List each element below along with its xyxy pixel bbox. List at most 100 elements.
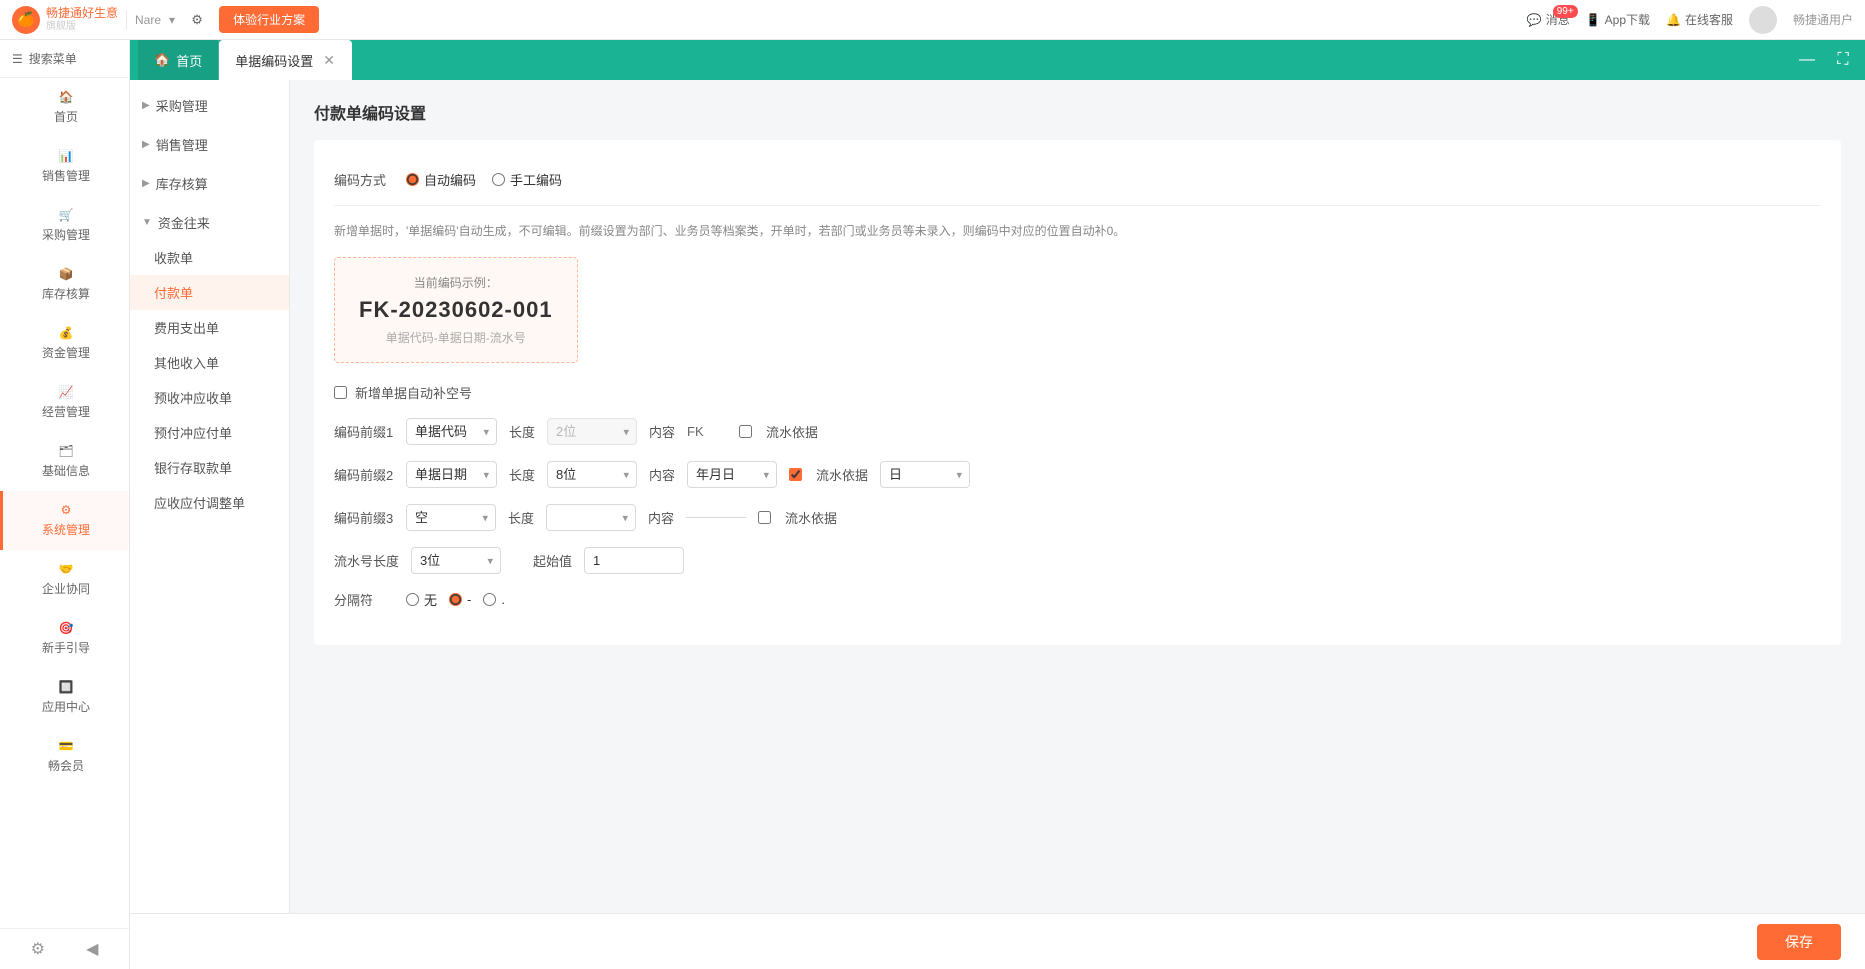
encoding-method-row: 编码方式 自动编码 手工编码 — [334, 160, 1821, 206]
preview-label: 当前编码示例： — [359, 274, 553, 291]
auto-fill-row: 新增单据自动补空号 — [334, 383, 1821, 402]
search-menu[interactable]: ☰ 搜索菜单 — [0, 40, 129, 78]
finance-icon: 💰 — [59, 326, 74, 340]
auto-fill-label[interactable]: 新增单据自动补空号 — [355, 383, 472, 402]
serial-row: 流水号长度 3位 4位 5位 起始值 — [334, 547, 1821, 574]
tab-minimize-icon[interactable]: — — [1793, 46, 1821, 74]
prefix2-row: 编码前缀2 单据日期 长度 8位 内容 — [334, 461, 1821, 488]
sidebar: ☰ 搜索菜单 🏠 首页 📊 销售管理 🛒 采购管理 📦 库存核算 💰 资金管理 … — [0, 40, 130, 969]
auto-fill-checkbox[interactable] — [334, 386, 347, 399]
app-download-button[interactable]: 📱 App下载 — [1586, 11, 1650, 28]
length3-select-wrapper — [546, 504, 636, 531]
menu-group-purchase: ▶ 采购管理 — [130, 88, 289, 123]
online-service-button[interactable]: 🔔 在线客服 — [1666, 11, 1733, 28]
prefix1-label: 编码前缀1 — [334, 422, 394, 441]
separator-none-option[interactable]: 无 — [406, 590, 437, 609]
sidebar-bottom: ⚙ ◀ — [0, 928, 129, 969]
length1-select[interactable]: 2位 — [547, 418, 637, 445]
menu-item-bank[interactable]: 银行存取款单 — [130, 450, 289, 485]
manual-encoding-option[interactable]: 手工编码 — [492, 170, 562, 189]
sidebar-item-inventory[interactable]: 📦 库存核算 — [0, 255, 129, 314]
sidebar-item-purchase[interactable]: 🛒 采购管理 — [0, 196, 129, 255]
purchase-icon: 🛒 — [59, 208, 74, 222]
tab-bar: 🏠 首页 单据编码设置 ✕ — ⛶ — [130, 40, 1865, 80]
prefix3-row: 编码前缀3 空 长度 内容 — [334, 504, 1821, 531]
settings-icon[interactable]: ⚙ — [183, 6, 211, 34]
app-icon: 📱 — [1586, 13, 1601, 27]
sidebar-item-finance[interactable]: 💰 资金管理 — [0, 314, 129, 373]
form-card: 编码方式 自动编码 手工编码 — [314, 140, 1841, 645]
sidebar-item-operations[interactable]: 📈 经营管理 — [0, 373, 129, 432]
tab-encoding[interactable]: 单据编码设置 ✕ — [219, 40, 352, 80]
sidebar-collapse-icon[interactable]: ◀ — [86, 939, 98, 959]
serial1-checkbox[interactable] — [739, 425, 752, 438]
sidebar-item-sales[interactable]: 📊 销售管理 — [0, 137, 129, 196]
menu-item-payment[interactable]: 付款单 — [130, 275, 289, 310]
menu-group-sales: ▶ 销售管理 — [130, 127, 289, 162]
sub-layout: ▶ 采购管理 ▶ 销售管理 ▶ 库存核算 — [130, 80, 1865, 913]
separator-dot-radio[interactable] — [483, 593, 496, 606]
content1-value: FK — [687, 424, 727, 439]
auto-encoding-option[interactable]: 自动编码 — [406, 170, 476, 189]
user-avatar[interactable] — [1749, 6, 1777, 34]
separator-none-radio[interactable] — [406, 593, 419, 606]
menu-item-income[interactable]: 其他收入单 — [130, 345, 289, 380]
menu-item-prepay-pay[interactable]: 预付冲应付单 — [130, 415, 289, 450]
message-icon: 💬 — [1527, 13, 1542, 27]
serial-length-select[interactable]: 3位 4位 5位 — [411, 547, 501, 574]
encoding-method-label: 编码方式 — [334, 170, 386, 189]
prefix2-select[interactable]: 单据日期 — [406, 461, 497, 488]
menu-item-prepay-recv[interactable]: 预收冲应收单 — [130, 380, 289, 415]
length2-select[interactable]: 8位 — [547, 461, 637, 488]
encoding-radio-group: 自动编码 手工编码 — [406, 170, 562, 189]
sidebar-item-system[interactable]: ⚙ 系统管理 — [0, 491, 129, 550]
message-button[interactable]: 💬 消息 99+ — [1527, 11, 1570, 28]
menu-title-purchase[interactable]: ▶ 采购管理 — [130, 88, 289, 123]
save-button[interactable]: 保存 — [1757, 924, 1841, 960]
serial3-label: 流水依据 — [785, 508, 837, 527]
manual-encoding-radio[interactable] — [492, 173, 505, 186]
period-select[interactable]: 日 月 年 — [880, 461, 970, 488]
start-value-input[interactable] — [584, 547, 684, 574]
menu-title-funds[interactable]: ▼ 资金往来 — [130, 205, 289, 240]
serial2-label: 流水依据 — [816, 465, 868, 484]
user-name: 畅捷通用户 — [1793, 11, 1853, 28]
content2-select[interactable]: 年月日 — [687, 461, 777, 488]
length3-select[interactable] — [546, 504, 636, 531]
preview-desc: 单据代码-单据日期-流水号 — [359, 329, 553, 346]
menu-title-inventory[interactable]: ▶ 库存核算 — [130, 166, 289, 201]
length2-label: 长度 — [509, 465, 535, 484]
prefix1-select[interactable]: 单据代码 — [406, 418, 497, 445]
tab-maximize-icon[interactable]: ⛶ — [1829, 46, 1857, 74]
separator-dot-label: . — [501, 592, 505, 607]
company-name: Nare — [135, 13, 161, 27]
sidebar-item-member[interactable]: 💳 畅会员 — [0, 727, 129, 786]
menu-group-inventory: ▶ 库存核算 — [130, 166, 289, 201]
serial3-checkbox[interactable] — [758, 511, 771, 524]
menu-item-expense[interactable]: 费用支出单 — [130, 310, 289, 345]
info-text: 新增单据时，'单据编码'自动生成，不可编辑。前缀设置为部门、业务员等档案类，开单… — [334, 222, 1821, 241]
prefix3-select[interactable]: 空 — [406, 504, 496, 531]
serial2-checkbox[interactable] — [789, 468, 802, 481]
sidebar-item-home[interactable]: 🏠 首页 — [0, 78, 129, 137]
tab-close-icon[interactable]: ✕ — [323, 52, 335, 69]
auto-encoding-radio[interactable] — [406, 173, 419, 186]
menu-title-sales[interactable]: ▶ 销售管理 — [130, 127, 289, 162]
sidebar-item-apps[interactable]: 🔲 应用中心 — [0, 668, 129, 727]
separator-dot-option[interactable]: . — [483, 592, 505, 607]
logo-icon: 🍊 — [12, 6, 40, 34]
menu-group-funds: ▼ 资金往来 收款单 付款单 费用支出单 其他收入单 预收冲应收单 预付冲应付单… — [130, 205, 289, 520]
menu-item-receipts[interactable]: 收款单 — [130, 240, 289, 275]
menu-item-ap-adjust[interactable]: 应收应付调整单 — [130, 485, 289, 520]
separator-dash-radio[interactable] — [449, 593, 462, 606]
separator-dash-option[interactable]: - — [449, 592, 471, 607]
nav-dropdown-arrow[interactable]: ▾ — [169, 13, 175, 27]
sidebar-item-basic[interactable]: 🗂 基础信息 — [0, 432, 129, 491]
sidebar-item-guide[interactable]: 🎯 新手引导 — [0, 609, 129, 668]
sidebar-item-enterprise[interactable]: 🤝 企业协同 — [0, 550, 129, 609]
prefix1-select-wrapper: 单据代码 — [406, 418, 497, 445]
sidebar-settings-icon[interactable]: ⚙ — [31, 939, 45, 959]
tab-home[interactable]: 🏠 首页 — [138, 40, 219, 80]
trial-button[interactable]: 体验行业方案 — [219, 6, 319, 33]
content-area: 🏠 首页 单据编码设置 ✕ — ⛶ ▶ 采购管理 — [130, 40, 1865, 969]
